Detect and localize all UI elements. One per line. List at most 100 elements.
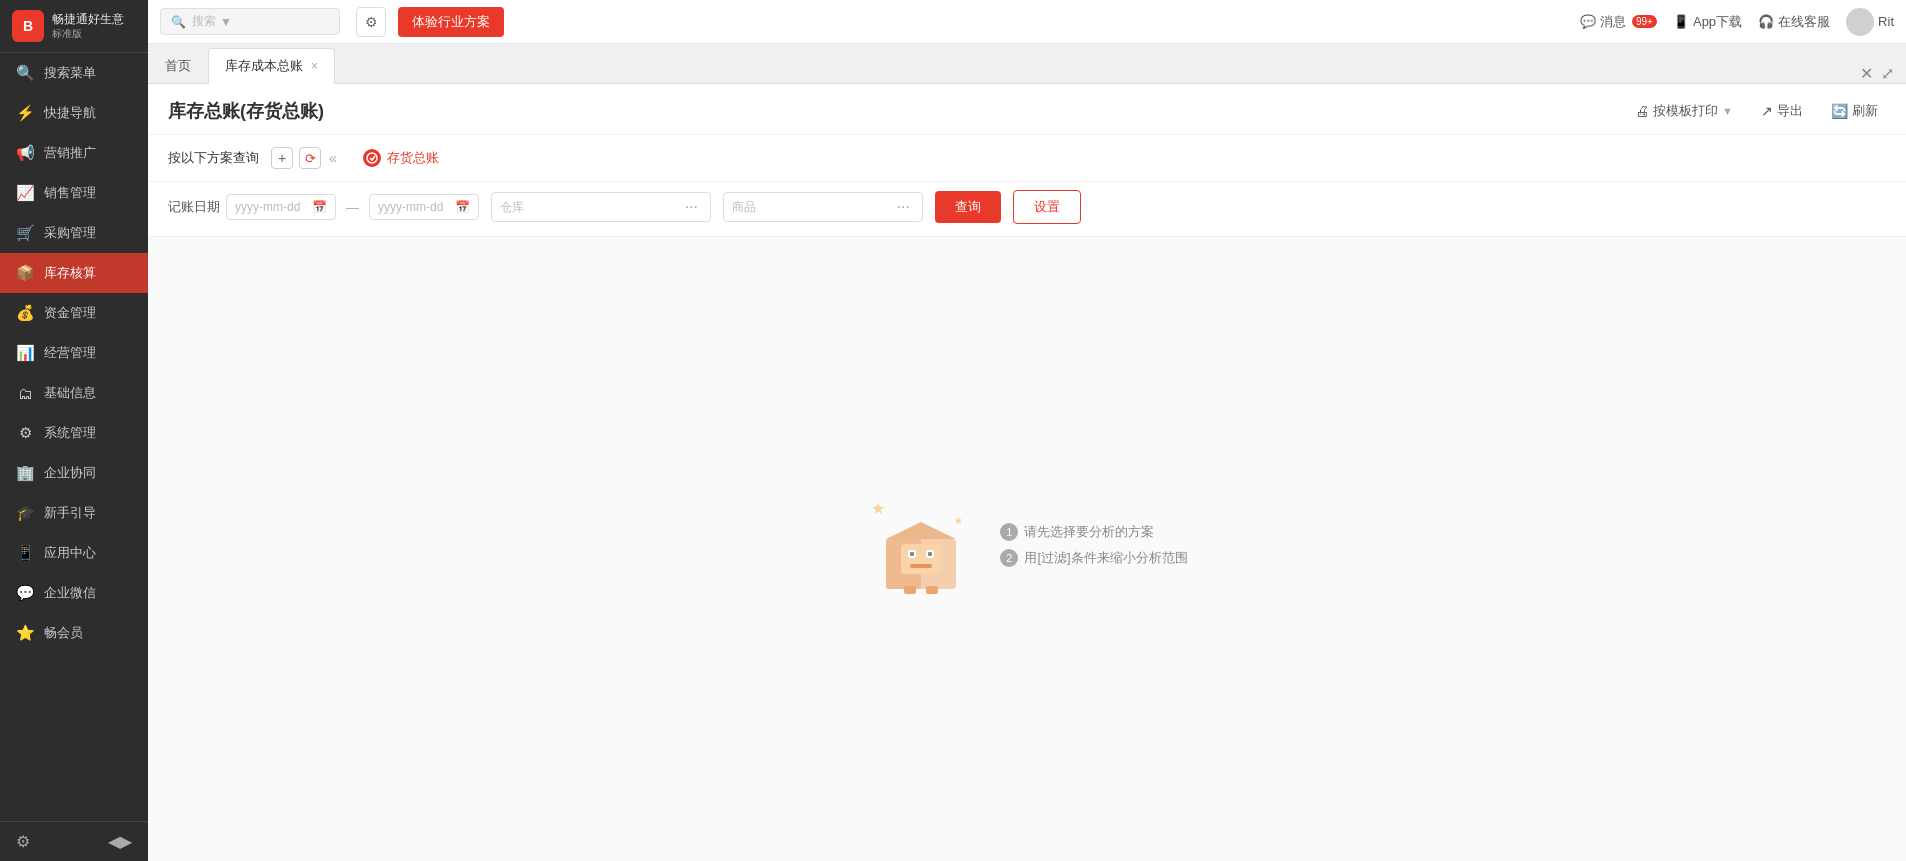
basic-icon: 🗂 bbox=[16, 384, 34, 402]
date-end-input[interactable]: yyyy-mm-dd 📅 bbox=[369, 194, 479, 220]
sidebar-item-enterprise[interactable]: 🏢 企业协同 bbox=[0, 453, 148, 493]
warehouse-input[interactable]: 仓库 ··· bbox=[491, 192, 711, 222]
wechat-icon: 💬 bbox=[16, 584, 34, 602]
app-download-label: App下载 bbox=[1693, 13, 1742, 31]
sidebar-item-search[interactable]: 🔍 搜索菜单 bbox=[0, 53, 148, 93]
user-profile[interactable]: Rit bbox=[1846, 8, 1894, 36]
panel-expand-icon[interactable]: ⤢ bbox=[1881, 64, 1894, 83]
sidebar-item-label: 快捷导航 bbox=[44, 104, 96, 122]
sidebar-item-member[interactable]: ⭐ 畅会员 bbox=[0, 613, 148, 653]
tabbar-right: ✕ ⤢ bbox=[1848, 64, 1906, 83]
refresh-label: 刷新 bbox=[1852, 102, 1878, 120]
print-btn[interactable]: 🖨 按模板打印 ▼ bbox=[1627, 98, 1741, 124]
user-name: Rit bbox=[1878, 14, 1894, 29]
enterprise-icon: 🏢 bbox=[16, 464, 34, 482]
purchase-icon: 🛒 bbox=[16, 224, 34, 242]
inventory-icon: 📦 bbox=[16, 264, 34, 282]
scheme-name: 存货总账 bbox=[387, 149, 439, 167]
calendar-icon: 📅 bbox=[312, 200, 327, 214]
scheme-item-inventory[interactable]: 存货总账 bbox=[353, 145, 449, 171]
app-download-btn[interactable]: 📱 App下载 bbox=[1673, 13, 1742, 31]
sidebar-item-sales[interactable]: 📈 销售管理 bbox=[0, 173, 148, 213]
main-area: 🔍 搜索 ▼ ⚙ 体验行业方案 💬 消息 99+ 📱 App下载 🎧 在线客服 bbox=[148, 0, 1906, 861]
sidebar-item-marketing[interactable]: 📢 营销推广 bbox=[0, 133, 148, 173]
export-btn[interactable]: ↗ 导出 bbox=[1753, 98, 1811, 124]
topbar-left: 🔍 搜索 ▼ ⚙ 体验行业方案 bbox=[160, 7, 1580, 37]
print-icon: 🖨 bbox=[1635, 103, 1649, 119]
step1-icon: 1 bbox=[1000, 523, 1018, 541]
lightning-icon: ⚡ bbox=[16, 104, 34, 122]
online-service-btn[interactable]: 🎧 在线客服 bbox=[1758, 13, 1830, 31]
empty-tip1: 请先选择要分析的方案 bbox=[1024, 523, 1154, 541]
panel-close-icon[interactable]: ✕ bbox=[1860, 64, 1873, 83]
filter-area: 按以下方案查询 + ⟳ « 存货总账 bbox=[148, 135, 1906, 181]
tab-close-icon[interactable]: × bbox=[311, 59, 318, 73]
query-button[interactable]: 查询 bbox=[935, 191, 1001, 223]
topbar-search-box[interactable]: 🔍 搜索 ▼ bbox=[160, 8, 340, 35]
sidebar-item-finance[interactable]: 💰 资金管理 bbox=[0, 293, 148, 333]
product-input[interactable]: 商品 ··· bbox=[723, 192, 923, 222]
tab-inventory-ledger[interactable]: 库存成本总账 × bbox=[208, 48, 335, 84]
gear-button[interactable]: ⚙ bbox=[356, 7, 386, 37]
audio-icon[interactable]: ◀▶ bbox=[108, 832, 132, 851]
product-more-icon[interactable]: ··· bbox=[893, 198, 914, 216]
export-icon: ↗ bbox=[1761, 103, 1773, 119]
messages-btn[interactable]: 💬 消息 99+ bbox=[1580, 13, 1657, 31]
sidebar-item-label: 系统管理 bbox=[44, 424, 96, 442]
sidebar-item-operations[interactable]: 📊 经营管理 bbox=[0, 333, 148, 373]
sidebar-item-wechat[interactable]: 💬 企业微信 bbox=[0, 573, 148, 613]
sidebar-item-purchase[interactable]: 🛒 采购管理 bbox=[0, 213, 148, 253]
tab-home[interactable]: 首页 bbox=[148, 47, 208, 83]
finance-icon: 💰 bbox=[16, 304, 34, 322]
sidebar-item-label: 应用中心 bbox=[44, 544, 96, 562]
sidebar-item-system[interactable]: ⚙ 系统管理 bbox=[0, 413, 148, 453]
date-filter-field: 记账日期 yyyy-mm-dd 📅 — yyyy-mm-dd 📅 bbox=[168, 194, 479, 220]
sidebar-item-inventory[interactable]: 📦 库存核算 bbox=[0, 253, 148, 293]
appstore-icon: 📱 bbox=[16, 544, 34, 562]
sidebar-item-label: 库存核算 bbox=[44, 264, 96, 282]
page-header: 库存总账(存货总账) 🖨 按模板打印 ▼ ↗ 导出 🔄 刷新 bbox=[148, 84, 1906, 135]
operations-icon: 📊 bbox=[16, 344, 34, 362]
sales-icon: 📈 bbox=[16, 184, 34, 202]
industry-btn[interactable]: 体验行业方案 bbox=[398, 7, 504, 37]
svg-rect-7 bbox=[910, 552, 914, 556]
date-start-input[interactable]: yyyy-mm-dd 📅 bbox=[226, 194, 336, 220]
scheme-icon bbox=[363, 149, 381, 167]
sidebar-item-basic[interactable]: 🗂 基础信息 bbox=[0, 373, 148, 413]
svg-marker-2 bbox=[886, 522, 956, 539]
refresh-btn[interactable]: 🔄 刷新 bbox=[1823, 98, 1886, 124]
empty-tip2: 用[过滤]条件来缩小分析范围 bbox=[1024, 549, 1187, 567]
marketing-icon: 📢 bbox=[16, 144, 34, 162]
settings-bottom-icon[interactable]: ⚙ bbox=[16, 832, 30, 851]
sidebar-item-label: 搜索菜单 bbox=[44, 64, 96, 82]
tabbar: 首页 库存成本总账 × ✕ ⤢ bbox=[148, 44, 1906, 84]
app-name: 畅捷通好生意 标准版 bbox=[52, 12, 124, 41]
message-icon: 💬 bbox=[1580, 14, 1596, 29]
sidebar-item-newbie[interactable]: 🎓 新手引导 bbox=[0, 493, 148, 533]
date-end-placeholder: yyyy-mm-dd bbox=[378, 200, 443, 214]
phone-icon: 📱 bbox=[1673, 14, 1689, 29]
print-dropdown-icon[interactable]: ▼ bbox=[1722, 105, 1733, 117]
newbie-icon: 🎓 bbox=[16, 504, 34, 522]
filter-schema-btn[interactable]: ⟳ bbox=[299, 147, 321, 169]
svg-text:★: ★ bbox=[954, 515, 963, 526]
filter-row2: 记账日期 yyyy-mm-dd 📅 — yyyy-mm-dd 📅 仓库 ··· bbox=[148, 182, 1906, 236]
sidebar-item-appstore[interactable]: 📱 应用中心 bbox=[0, 533, 148, 573]
filter-add-btn[interactable]: + bbox=[271, 147, 293, 169]
sidebar-item-label: 营销推广 bbox=[44, 144, 96, 162]
sidebar-item-label: 销售管理 bbox=[44, 184, 96, 202]
sidebar-item-shortcut[interactable]: ⚡ 快捷导航 bbox=[0, 93, 148, 133]
svg-rect-11 bbox=[926, 586, 938, 594]
chevron-down-icon[interactable]: ▼ bbox=[220, 15, 232, 29]
date-separator: — bbox=[342, 200, 363, 215]
warehouse-more-icon[interactable]: ··· bbox=[681, 198, 702, 216]
empty-illustration: ★ ★ bbox=[866, 494, 976, 604]
sidebar-item-label: 企业协同 bbox=[44, 464, 96, 482]
svg-rect-9 bbox=[910, 564, 932, 568]
page-title: 库存总账(存货总账) bbox=[168, 99, 324, 123]
export-label: 导出 bbox=[1777, 102, 1803, 120]
tab-inventory-ledger-label: 库存成本总账 bbox=[225, 57, 303, 75]
filter-collapse-btn[interactable]: « bbox=[329, 150, 337, 166]
svg-point-0 bbox=[367, 153, 377, 163]
settings-button[interactable]: 设置 bbox=[1013, 190, 1081, 224]
